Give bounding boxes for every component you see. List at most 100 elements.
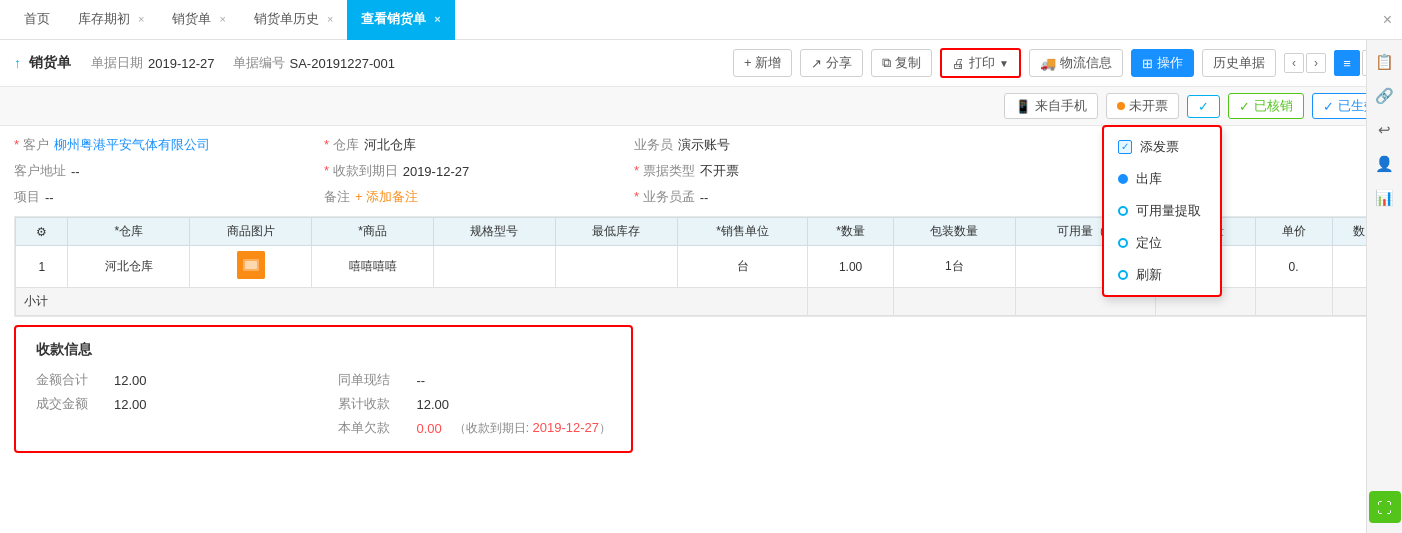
window-close-button[interactable]: × xyxy=(1383,11,1392,29)
tab-sales[interactable]: 销货单 × xyxy=(158,0,239,40)
note-label: 备注 xyxy=(324,188,350,206)
tab-inventory[interactable]: 库存期初 × xyxy=(64,0,158,40)
share-button[interactable]: ↗ 分享 xyxy=(800,49,863,77)
tab-home[interactable]: 首页 xyxy=(10,0,64,40)
sidebar-return-icon[interactable]: ↩ xyxy=(1371,116,1399,144)
subtotal-pack xyxy=(893,288,1015,316)
col-product: *商品 xyxy=(312,218,434,246)
locate-item[interactable]: 定位 xyxy=(1104,227,1220,259)
refresh-item[interactable]: 刷新 xyxy=(1104,259,1220,291)
staff-field: 业务员 演示账号 xyxy=(634,136,914,154)
operations-label: 操作 xyxy=(1157,54,1183,72)
confirmed-label: 已核销 xyxy=(1254,97,1293,115)
project-field: 项目 -- xyxy=(14,188,294,206)
amount-value: 12.00 xyxy=(114,373,147,388)
add-invoice-label: 添发票 xyxy=(1140,138,1179,156)
tab-sales-close[interactable]: × xyxy=(219,13,225,25)
same-order-value: -- xyxy=(416,373,425,388)
col-gear: ⚙ xyxy=(16,218,68,246)
cell-qty: 1.00 xyxy=(808,246,894,288)
share-icon: ↗ xyxy=(811,56,822,71)
nav-arrows: ‹ › xyxy=(1284,53,1326,73)
col-min-stock: 最低库存 xyxy=(555,218,677,246)
due-date-label: 收款到期日 xyxy=(324,162,398,180)
refresh-radio-icon xyxy=(1118,270,1128,280)
confirmed-button[interactable]: ✓ 已核销 xyxy=(1228,93,1304,119)
prev-button[interactable]: ‹ xyxy=(1284,53,1304,73)
cell-price: 0. xyxy=(1255,246,1332,288)
sidebar-chart-icon[interactable]: 📊 xyxy=(1371,184,1399,212)
doc-number-value: SA-20191227-001 xyxy=(290,56,396,71)
sidebar-expand-icon[interactable]: ⛶ xyxy=(1369,491,1401,523)
new-button[interactable]: + 新增 xyxy=(733,49,792,77)
operations-dropdown: ✓ 添发票 出库 可用量提取 定位 刷新 xyxy=(1102,125,1222,297)
arrears-label: 本单欠款 xyxy=(338,419,408,437)
tab-sales-history-label: 销货单历史 xyxy=(254,10,319,28)
customer-value[interactable]: 柳州粤港平安气体有限公司 xyxy=(54,136,210,154)
tab-view-sales-close[interactable]: × xyxy=(434,13,440,25)
copy-button[interactable]: ⧉ 复制 xyxy=(871,49,932,77)
subtotal-price xyxy=(1255,288,1332,316)
staff2-value: -- xyxy=(700,190,709,205)
print-dropdown-arrow: ▼ xyxy=(999,58,1009,69)
share-label: 分享 xyxy=(826,54,852,72)
warehouse-label: 仓库 xyxy=(324,136,359,154)
copy-icon: ⧉ xyxy=(882,55,891,71)
sales-order-icon: ↑ xyxy=(14,55,21,71)
operations-button[interactable]: ⊞ 操作 xyxy=(1131,49,1194,77)
staff2-label: 业务员孟 xyxy=(634,188,695,206)
right-sidebar: 📋 🔗 ↩ 👤 📊 ⛶ xyxy=(1366,40,1402,533)
checkbox-icon: ✓ xyxy=(1118,140,1132,154)
tab-view-sales[interactable]: 查看销货单 × xyxy=(347,0,454,40)
cell-unit: 台 xyxy=(677,246,808,288)
history-label: 历史单据 xyxy=(1213,54,1265,72)
not-open-button[interactable]: 未开票 xyxy=(1106,93,1179,119)
deal-row: 成交金额 12.00 xyxy=(36,395,308,413)
toolbar-row: 📱 来自手机 未开票 ✓ ✓ 已核销 ✓ 已生效 xyxy=(0,87,1402,126)
sidebar-link-icon[interactable]: 🔗 xyxy=(1371,82,1399,110)
amount-label: 金额合计 xyxy=(36,371,106,389)
deal-label: 成交金额 xyxy=(36,395,106,413)
sidebar-user-icon[interactable]: 👤 xyxy=(1371,150,1399,178)
orange-dot-icon xyxy=(1117,102,1125,110)
subtotal-qty xyxy=(808,288,894,316)
next-button[interactable]: › xyxy=(1306,53,1326,73)
payment-title: 收款信息 xyxy=(36,341,611,359)
check-icon: ✓ xyxy=(1198,99,1209,114)
outbound-item[interactable]: 出库 xyxy=(1104,163,1220,195)
add-note-button[interactable]: + 添加备注 xyxy=(355,188,418,206)
truck-icon: 🚚 xyxy=(1040,56,1056,71)
arrears-date: 2019-12-27 xyxy=(532,420,599,435)
print-icon: 🖨 xyxy=(952,56,965,71)
tab-view-sales-label: 查看销货单 xyxy=(361,10,426,28)
payment-grid: 金额合计 12.00 同单现结 -- 成交金额 12.00 累计收款 12.00… xyxy=(36,371,611,437)
effected-check-icon: ✓ xyxy=(1323,99,1334,114)
tab-sales-history-close[interactable]: × xyxy=(327,13,333,25)
project-value: -- xyxy=(45,190,54,205)
doc-date-label: 单据日期 xyxy=(91,54,143,72)
from-phone-button[interactable]: 📱 来自手机 xyxy=(1004,93,1098,119)
doc-date-field: 单据日期 2019-12-27 xyxy=(91,54,215,72)
list-view-button[interactable]: ≡ xyxy=(1334,50,1360,76)
sidebar-doc-icon[interactable]: 📋 xyxy=(1371,48,1399,76)
svg-rect-2 xyxy=(245,261,257,269)
available-qty-label: 可用量提取 xyxy=(1136,202,1201,220)
confirm-check-button[interactable]: ✓ xyxy=(1187,95,1220,118)
logistics-button[interactable]: 🚚 物流信息 xyxy=(1029,49,1123,77)
cumulative-value: 12.00 xyxy=(416,397,449,412)
doc-header: ↑ 销货单 单据日期 2019-12-27 单据编号 SA-20191227-0… xyxy=(0,40,1402,87)
add-invoice-item[interactable]: ✓ 添发票 xyxy=(1104,131,1220,163)
plus-icon: + xyxy=(355,189,363,204)
same-order-row: 同单现结 -- xyxy=(338,371,610,389)
staff-label: 业务员 xyxy=(634,136,673,154)
history-button[interactable]: 历史单据 xyxy=(1202,49,1276,77)
print-button[interactable]: 🖨 打印 ▼ xyxy=(940,48,1021,78)
customer-field: 客户 柳州粤港平安气体有限公司 xyxy=(14,136,294,154)
arrears-value: 0.00 xyxy=(416,421,441,436)
deal-value: 12.00 xyxy=(114,397,147,412)
doc-type-label: 销货单 xyxy=(29,54,71,72)
available-qty-item[interactable]: 可用量提取 xyxy=(1104,195,1220,227)
tab-sales-history[interactable]: 销货单历史 × xyxy=(240,0,347,40)
tab-inventory-close[interactable]: × xyxy=(138,13,144,25)
warehouse-field: 仓库 河北仓库 xyxy=(324,136,604,154)
